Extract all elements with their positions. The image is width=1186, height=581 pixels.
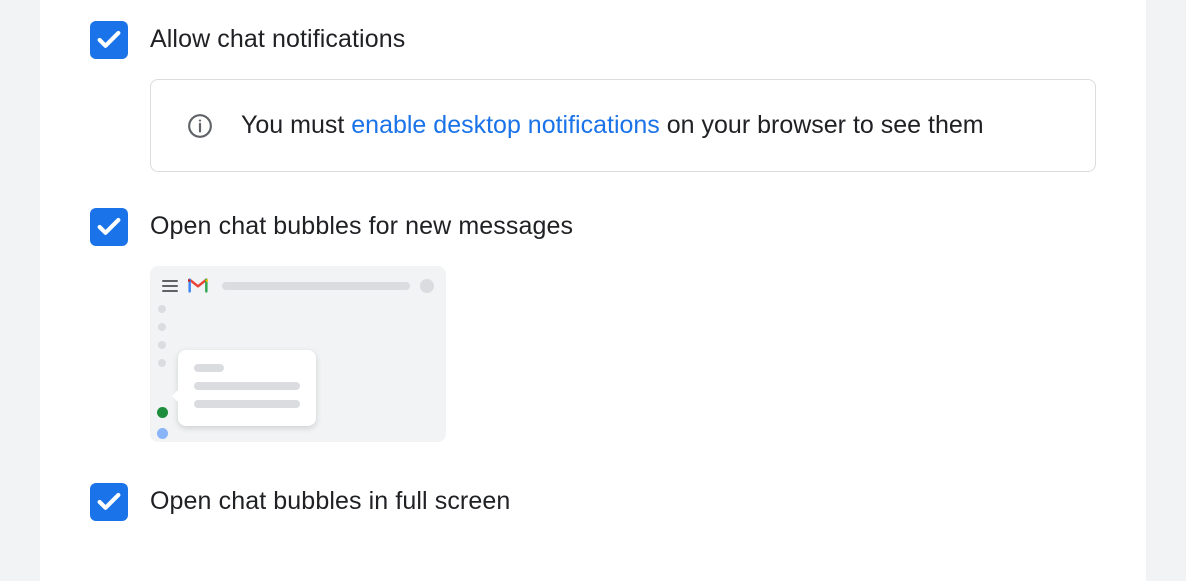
bubble-text-line bbox=[194, 364, 224, 372]
sidebar-dot-icon bbox=[158, 359, 166, 367]
label-chat-bubbles-fullscreen: Open chat bubbles in full screen bbox=[150, 482, 510, 520]
gmail-logo-icon bbox=[188, 278, 208, 293]
checkbox-chat-bubbles-fullscreen[interactable] bbox=[90, 483, 128, 521]
settings-card: Allow chat notifications You must enable… bbox=[40, 0, 1146, 581]
setting-row-allow-chat-notifications: Allow chat notifications bbox=[90, 20, 1096, 59]
checkmark-icon bbox=[95, 26, 123, 54]
sidebar-dot-icon bbox=[158, 341, 166, 349]
checkmark-icon bbox=[95, 213, 123, 241]
setting-row-chat-bubbles-new: Open chat bubbles for new messages bbox=[90, 207, 1096, 246]
preview-sidebar-dots bbox=[150, 301, 174, 439]
info-icon bbox=[187, 113, 213, 139]
checkbox-chat-bubbles-new[interactable] bbox=[90, 208, 128, 246]
sidebar-dot-icon bbox=[158, 323, 166, 331]
label-chat-bubbles-new: Open chat bubbles for new messages bbox=[150, 207, 573, 245]
label-allow-chat-notifications: Allow chat notifications bbox=[150, 20, 405, 58]
preview-chat-bubble bbox=[178, 350, 316, 426]
sidebar-dot-icon bbox=[158, 305, 166, 313]
enable-desktop-notifications-link[interactable]: enable desktop notifications bbox=[351, 111, 660, 139]
sidebar-dot-active-icon bbox=[157, 407, 168, 418]
hamburger-icon bbox=[162, 280, 178, 292]
info-text-suffix: on your browser to see them bbox=[660, 111, 984, 139]
bubble-text-line bbox=[194, 400, 300, 408]
preview-header bbox=[150, 266, 446, 299]
info-text: You must enable desktop notifications on… bbox=[241, 108, 984, 143]
desktop-notifications-info-box: You must enable desktop notifications on… bbox=[150, 79, 1096, 172]
checkbox-allow-chat-notifications[interactable] bbox=[90, 21, 128, 59]
info-text-prefix: You must bbox=[241, 111, 351, 139]
chat-bubble-preview bbox=[150, 266, 446, 442]
sidebar-dot-icon bbox=[157, 428, 168, 439]
preview-search-placeholder bbox=[222, 282, 410, 290]
preview-avatar-icon bbox=[420, 279, 434, 293]
setting-row-chat-bubbles-fullscreen: Open chat bubbles in full screen bbox=[90, 482, 1096, 521]
checkmark-icon bbox=[95, 488, 123, 516]
bubble-text-line bbox=[194, 382, 300, 390]
